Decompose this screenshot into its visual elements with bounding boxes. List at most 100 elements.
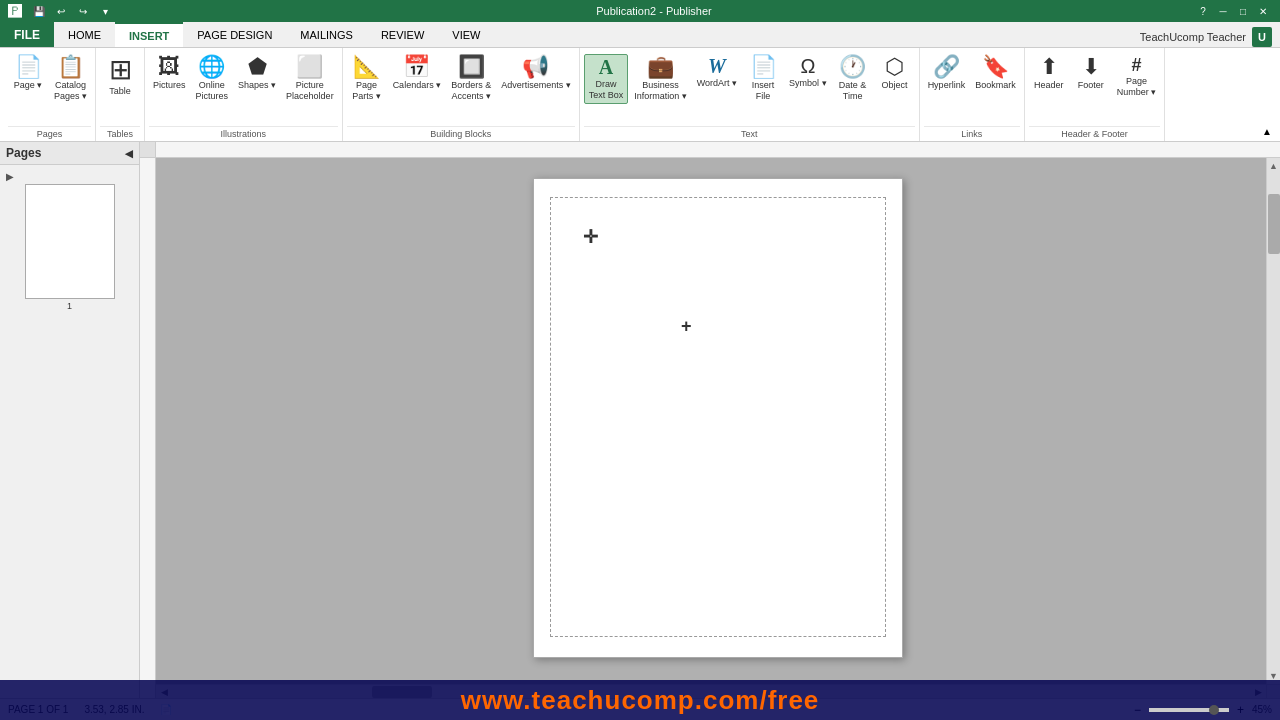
- user-area: TeachUcomp Teacher U: [1132, 27, 1280, 47]
- ribbon-group-building-blocks: 📐 PageParts ▾ 📅 Calendars ▾ 🔲 Borders &A…: [343, 48, 580, 141]
- zoom-slider-thumb: [1209, 705, 1219, 715]
- page-parts-button[interactable]: 📐 PageParts ▾: [347, 54, 387, 104]
- tab-view[interactable]: VIEW: [438, 22, 494, 47]
- zoom-slider[interactable]: [1149, 708, 1229, 712]
- draw-text-box-icon: A: [599, 57, 613, 77]
- page-button[interactable]: 📄 Page ▾: [8, 54, 48, 93]
- ribbon-group-header-footer: ⬆ Header ⬇ Footer # PageNumber ▾ Header …: [1025, 48, 1166, 141]
- cross-cursor: +: [681, 316, 692, 337]
- bookmark-button[interactable]: 🔖 Bookmark: [971, 54, 1020, 93]
- pages-list: ▶ 1: [0, 165, 139, 317]
- pictures-icon: 🖼: [158, 56, 180, 78]
- user-name: TeachUcomp Teacher: [1140, 31, 1246, 43]
- symbol-button[interactable]: Ω Symbol ▾: [785, 54, 831, 91]
- page-number-icon: #: [1131, 56, 1141, 74]
- save-button[interactable]: 💾: [30, 3, 48, 19]
- online-pictures-button[interactable]: 🌐 OnlinePictures: [192, 54, 233, 104]
- picture-placeholder-button[interactable]: ⬜ PicturePlaceholder: [282, 54, 338, 104]
- object-button[interactable]: ⬡ Object: [875, 54, 915, 93]
- user-avatar: U: [1252, 27, 1272, 47]
- catalog-pages-button[interactable]: 📋 CatalogPages ▾: [50, 54, 91, 104]
- pages-panel-collapse-icon[interactable]: ◀: [125, 148, 133, 159]
- ribbon-group-text-items: A DrawText Box 💼 BusinessInformation ▾ W…: [584, 50, 915, 126]
- table-icon: ⊞: [109, 56, 132, 84]
- watermark-text: www.teachucomp.com/free: [461, 685, 820, 716]
- ribbon-group-illustrations-label: Illustrations: [149, 126, 338, 141]
- tab-insert[interactable]: INSERT: [115, 22, 183, 47]
- ribbon-group-tables-items: ⊞ Table: [100, 50, 140, 126]
- ribbon-collapse-button[interactable]: ▲: [1258, 124, 1276, 139]
- page-thumb-number: 1: [67, 301, 72, 311]
- move-cursor: ✛: [583, 226, 598, 248]
- ribbon-group-pages-items: 📄 Page ▾ 📋 CatalogPages ▾: [8, 50, 91, 126]
- table-button[interactable]: ⊞ Table: [100, 54, 140, 99]
- vertical-scroll-thumb[interactable]: [1268, 194, 1280, 254]
- quick-access-toolbar: 🅿 💾 ↩ ↪ ▾: [8, 3, 114, 19]
- ribbon-body: 📄 Page ▾ 📋 CatalogPages ▾ Pages ⊞ Table …: [0, 48, 1280, 142]
- tab-mailings[interactable]: MAILINGS: [286, 22, 367, 47]
- tab-file[interactable]: FILE: [0, 22, 54, 47]
- ribbon-group-links-label: Links: [924, 126, 1020, 141]
- ribbon-tabs: FILE HOME INSERT PAGE DESIGN MAILINGS RE…: [0, 22, 1280, 48]
- business-information-button[interactable]: 💼 BusinessInformation ▾: [630, 54, 691, 104]
- text-box[interactable]: ✛ +: [550, 197, 886, 637]
- header-icon: ⬆: [1040, 56, 1058, 78]
- ribbon-group-tables-label: Tables: [100, 126, 140, 141]
- insert-file-icon: 📄: [750, 56, 777, 78]
- customize-quick-access-button[interactable]: ▾: [96, 3, 114, 19]
- picture-placeholder-icon: ⬜: [296, 56, 323, 78]
- horizontal-ruler: [156, 142, 1280, 158]
- calendars-button[interactable]: 📅 Calendars ▾: [389, 54, 446, 93]
- bookmark-icon: 🔖: [982, 56, 1009, 78]
- vertical-scrollbar[interactable]: ▲ ▼: [1266, 158, 1280, 684]
- page-thumbnail-1[interactable]: [25, 184, 115, 299]
- borders-accents-icon: 🔲: [458, 56, 485, 78]
- draw-text-box-button[interactable]: A DrawText Box: [584, 54, 629, 104]
- ribbon-group-building-blocks-label: Building Blocks: [347, 126, 575, 141]
- window-controls: ? ─ □ ✕: [1194, 3, 1272, 19]
- pictures-button[interactable]: 🖼 Pictures: [149, 54, 190, 93]
- date-time-button[interactable]: 🕐 Date &Time: [833, 54, 873, 104]
- help-button[interactable]: ?: [1194, 3, 1212, 19]
- ribbon-group-text: A DrawText Box 💼 BusinessInformation ▾ W…: [580, 48, 920, 141]
- restore-button[interactable]: □: [1234, 3, 1252, 19]
- close-button[interactable]: ✕: [1254, 3, 1272, 19]
- calendars-icon: 📅: [403, 56, 430, 78]
- ribbon-group-header-footer-items: ⬆ Header ⬇ Footer # PageNumber ▾: [1029, 50, 1161, 126]
- ribbon-group-illustrations: 🖼 Pictures 🌐 OnlinePictures ⬟ Shapes ▾ ⬜…: [145, 48, 343, 141]
- redo-button[interactable]: ↪: [74, 3, 92, 19]
- wordart-icon: W: [708, 56, 726, 76]
- borders-accents-button[interactable]: 🔲 Borders &Accents ▾: [447, 54, 495, 104]
- pages-panel-header: Pages ◀: [0, 142, 139, 165]
- document-page[interactable]: ✛ +: [533, 178, 903, 658]
- shapes-icon: ⬟: [248, 56, 267, 78]
- wordart-button[interactable]: W WordArt ▾: [693, 54, 741, 91]
- footer-icon: ⬇: [1082, 56, 1100, 78]
- page-number-button[interactable]: # PageNumber ▾: [1113, 54, 1161, 100]
- insert-file-button[interactable]: 📄 InsertFile: [743, 54, 783, 104]
- canvas-area: ✛ + ▲ ▼ ◀ ▶: [140, 142, 1280, 698]
- title-bar: 🅿 💾 ↩ ↪ ▾ Publication2 - Publisher ? ─ □…: [0, 0, 1280, 22]
- symbol-icon: Ω: [800, 56, 815, 76]
- vertical-ruler: [140, 158, 156, 698]
- hyperlink-icon: 🔗: [933, 56, 960, 78]
- tab-home[interactable]: HOME: [54, 22, 115, 47]
- shapes-button[interactable]: ⬟ Shapes ▾: [234, 54, 280, 93]
- tab-page-design[interactable]: PAGE DESIGN: [183, 22, 286, 47]
- advertisements-button[interactable]: 📢 Advertisements ▾: [497, 54, 575, 93]
- ruler-corner: [140, 142, 156, 158]
- advertisements-icon: 📢: [522, 56, 549, 78]
- tab-review[interactable]: REVIEW: [367, 22, 438, 47]
- header-button[interactable]: ⬆ Header: [1029, 54, 1069, 93]
- ribbon-group-pages-label: Pages: [8, 126, 91, 141]
- pages-panel-title: Pages: [6, 146, 41, 160]
- page-icon: 📄: [15, 56, 42, 78]
- hyperlink-button[interactable]: 🔗 Hyperlink: [924, 54, 970, 93]
- footer-button[interactable]: ⬇ Footer: [1071, 54, 1111, 93]
- minimize-button[interactable]: ─: [1214, 3, 1232, 19]
- scroll-up-button[interactable]: ▲: [1267, 158, 1280, 174]
- undo-button[interactable]: ↩: [52, 3, 70, 19]
- ribbon-group-text-label: Text: [584, 126, 915, 141]
- ribbon-group-illustrations-items: 🖼 Pictures 🌐 OnlinePictures ⬟ Shapes ▾ ⬜…: [149, 50, 338, 126]
- catalog-pages-icon: 📋: [57, 56, 84, 78]
